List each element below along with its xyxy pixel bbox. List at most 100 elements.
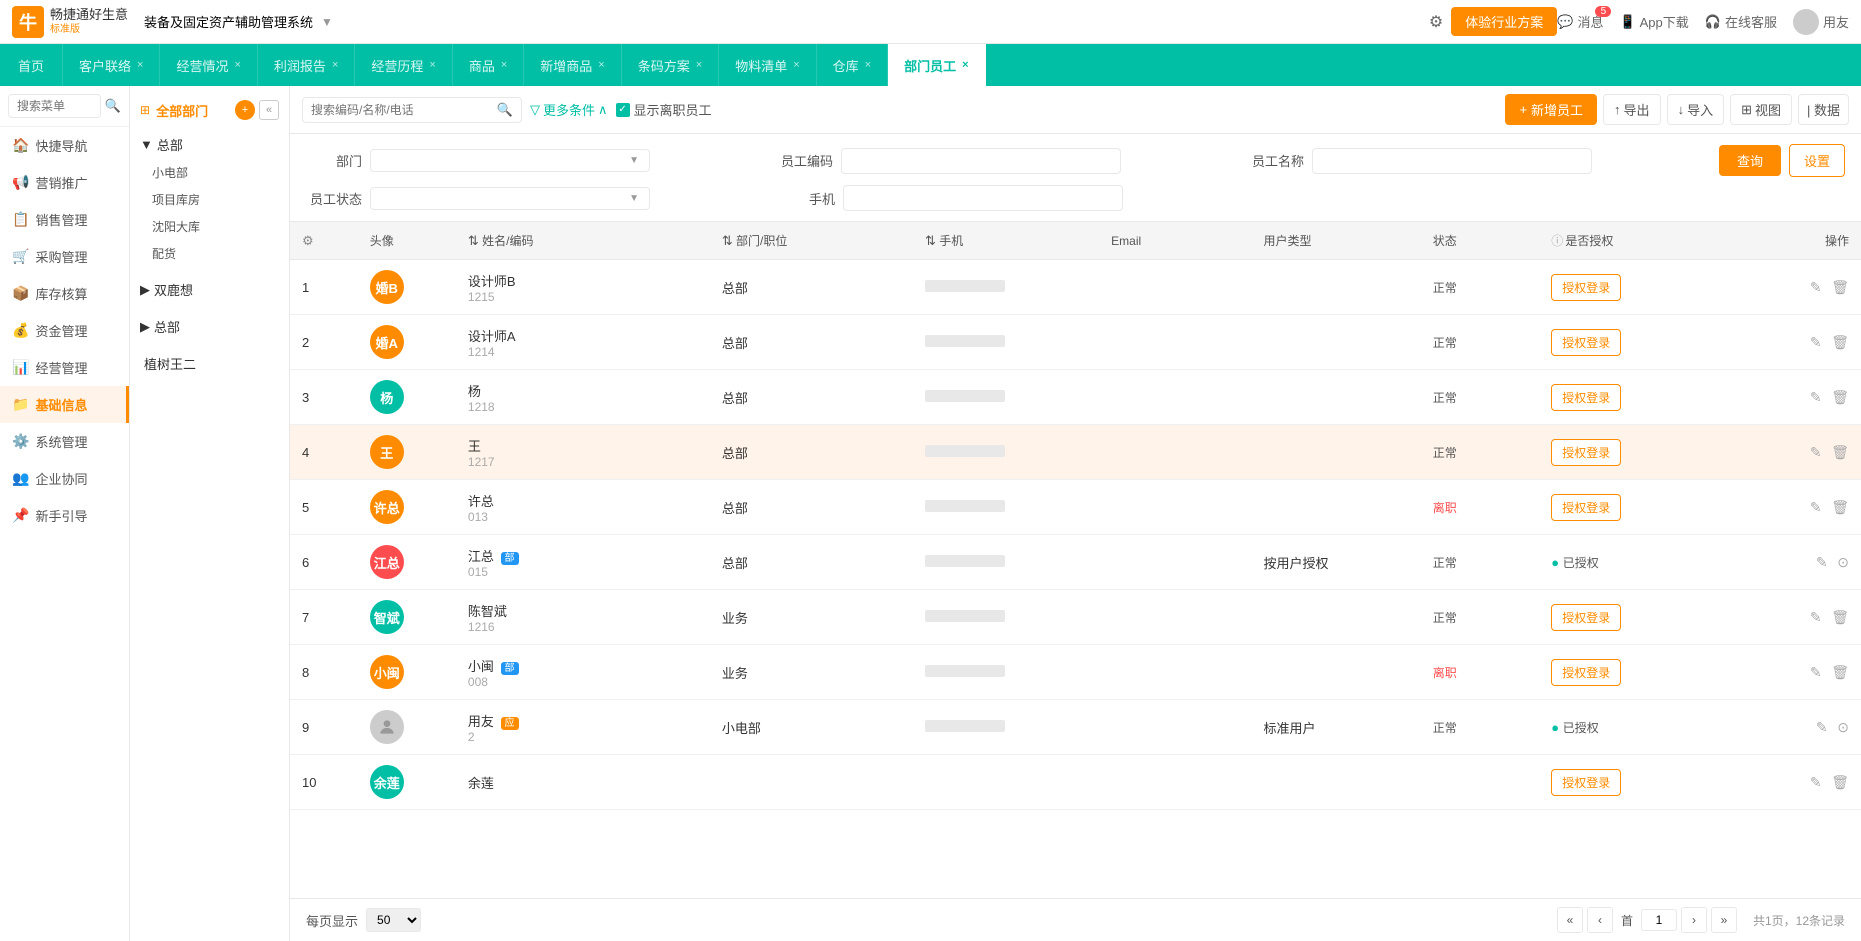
tab-history[interactable]: 经营历程 × [355,44,452,86]
edit-icon-5[interactable]: ✎ [1810,499,1822,515]
edit-icon-1[interactable]: ✎ [1810,279,1822,295]
delete-icon-9[interactable]: ⊙ [1837,719,1849,735]
tab-warehouse[interactable]: 仓库 × [817,44,888,86]
sidebar-item-inventory[interactable]: 📦 库存核算 [0,275,129,312]
sidebar-search-input[interactable] [8,94,101,118]
tab-department[interactable]: 部门员工 × [888,44,985,86]
dept-sub-peihuo[interactable]: 配货 [130,240,289,267]
sidebar-item-operation-mgmt[interactable]: 📊 经营管理 [0,349,129,386]
auth-btn-7[interactable]: 授权登录 [1551,604,1621,631]
more-conditions-btn[interactable]: ▽ 更多条件 ∧ [530,100,608,119]
show-resigned-toggle[interactable]: ✓ 显示离职员工 [616,100,712,119]
edit-icon-6[interactable]: ✎ [1816,554,1828,570]
dept-group-title-shuanglu[interactable]: ▶ 双鹿想 [130,275,289,304]
msg-btn[interactable]: 💬 消息 5 [1557,12,1603,31]
edit-icon-3[interactable]: ✎ [1810,389,1822,405]
phone-field[interactable] [854,191,1112,205]
auth-btn-4[interactable]: 授权登录 [1551,439,1621,466]
table-gear-icon[interactable]: ⚙ [302,233,314,248]
dept-collapse-btn[interactable]: « [259,100,279,120]
trial-btn[interactable]: 体验行业方案 [1451,7,1557,36]
emp-name-field[interactable] [1323,154,1581,168]
sidebar-item-sales[interactable]: 📋 销售管理 [0,201,129,238]
edit-icon-9[interactable]: ✎ [1816,719,1828,735]
show-resigned-checkbox[interactable]: ✓ [616,103,630,117]
export-btn[interactable]: ↑ 导出 [1603,94,1661,125]
next-page-btn[interactable]: › [1681,907,1707,933]
view-btn[interactable]: ⊞ 视图 [1730,94,1792,125]
dept-sub-shenyang[interactable]: 沈阳大库 [130,213,289,240]
auth-btn-8[interactable]: 授权登录 [1551,659,1621,686]
dept-group-title-zhishu[interactable]: 植树王二 [130,349,289,378]
gear-icon[interactable]: ⚙ [1429,12,1443,32]
auth-btn-1[interactable]: 授权登录 [1551,274,1621,301]
emp-name-input[interactable] [1312,148,1592,174]
dept-group-zhishu: 植树王二 [130,345,289,382]
tab-barcode[interactable]: 条码方案 × [622,44,719,86]
tab-operation[interactable]: 经营情况 × [160,44,257,86]
auth-btn-5[interactable]: 授权登录 [1551,494,1621,521]
tab-bom[interactable]: 物料清单 × [719,44,816,86]
auth-btn-2[interactable]: 授权登录 [1551,329,1621,356]
dept-input[interactable]: ▼ [370,149,650,172]
dept-group-title-zongbu[interactable]: ▼ 总部 [130,130,289,159]
tab-customer[interactable]: 客户联络 × [63,44,160,86]
dept-add-btn[interactable]: + [235,100,255,120]
tab-add-goods[interactable]: 新增商品 × [524,44,621,86]
app-download-btn[interactable]: 📱 App下载 [1619,12,1688,31]
import-btn[interactable]: ↓ 导入 [1667,94,1725,125]
delete-icon-7[interactable]: 🗑 [1831,609,1849,625]
delete-icon-6[interactable]: ⊙ [1837,554,1849,570]
prev-page-btn[interactable]: ‹ [1587,907,1613,933]
edit-icon-8[interactable]: ✎ [1810,664,1822,680]
tab-goods[interactable]: 商品 × [453,44,524,86]
emp-code-input[interactable] [841,148,1121,174]
edit-icon-4[interactable]: ✎ [1810,444,1822,460]
auth-btn-10[interactable]: 授权登录 [1551,769,1621,796]
edit-icon-2[interactable]: ✎ [1810,334,1822,350]
sidebar-item-basic-info[interactable]: 📁 基础信息 [0,386,129,423]
th-email: Email [1099,222,1251,260]
user-menu-btn[interactable]: 用友 [1793,9,1849,35]
phone-input[interactable] [843,185,1123,211]
settings-btn[interactable]: 设置 [1789,144,1845,177]
online-service-btn[interactable]: 🎧 在线客服 [1705,12,1777,31]
auth-btn-3[interactable]: 授权登录 [1551,384,1621,411]
app-logo: 牛 畅捷通好生意 标准版 [12,6,132,38]
delete-icon-3[interactable]: 🗑 [1831,389,1849,405]
th-name[interactable]: ⇅ 姓名/编码 [456,222,710,260]
more-action-btn[interactable]: | 数据 [1798,94,1849,125]
delete-icon-5[interactable]: 🗑 [1831,499,1849,515]
tab-profit[interactable]: 利润报告 × [258,44,355,86]
dept-sub-project[interactable]: 项目库房 [130,186,289,213]
dept-group-title-zongbu2[interactable]: ▶ 总部 [130,312,289,341]
page-number-input[interactable] [1641,909,1677,931]
delete-icon-4[interactable]: 🗑 [1831,444,1849,460]
sidebar-item-guide[interactable]: 📌 新手引导 [0,497,129,534]
per-page-select[interactable]: 50 100 200 [366,908,421,932]
sidebar-item-system[interactable]: ⚙️ 系统管理 [0,423,129,460]
last-page-btn[interactable]: » [1711,907,1737,933]
first-page-btn[interactable]: « [1557,907,1583,933]
sidebar-item-finance[interactable]: 💰 资金管理 [0,312,129,349]
sidebar-item-quicknav[interactable]: 🏠 快捷导航 [0,127,129,164]
delete-icon-2[interactable]: 🗑 [1831,334,1849,350]
th-phone[interactable]: ⇅ 手机 [913,222,1099,260]
search-input[interactable] [311,103,493,117]
query-btn[interactable]: 查询 [1719,145,1781,176]
edit-icon-7[interactable]: ✎ [1810,609,1822,625]
tab-home[interactable]: 首页 [0,44,63,86]
th-gear[interactable]: ⚙ [290,222,358,260]
delete-icon-8[interactable]: 🗑 [1831,664,1849,680]
edit-icon-10[interactable]: ✎ [1810,774,1822,790]
sidebar-item-purchase[interactable]: 🛒 采购管理 [0,238,129,275]
emp-status-input[interactable]: ▼ [370,187,650,210]
th-dept[interactable]: ⇅ 部门/职位 [710,222,913,260]
delete-icon-1[interactable]: 🗑 [1831,279,1849,295]
sidebar-item-collab[interactable]: 👥 企业协同 [0,460,129,497]
emp-code-field[interactable] [852,154,1110,168]
dept-sub-xiaodian[interactable]: 小电部 [130,159,289,186]
delete-icon-10[interactable]: 🗑 [1831,774,1849,790]
sidebar-item-marketing[interactable]: 📢 营销推广 [0,164,129,201]
add-employee-btn[interactable]: + 新增员工 [1505,94,1597,125]
